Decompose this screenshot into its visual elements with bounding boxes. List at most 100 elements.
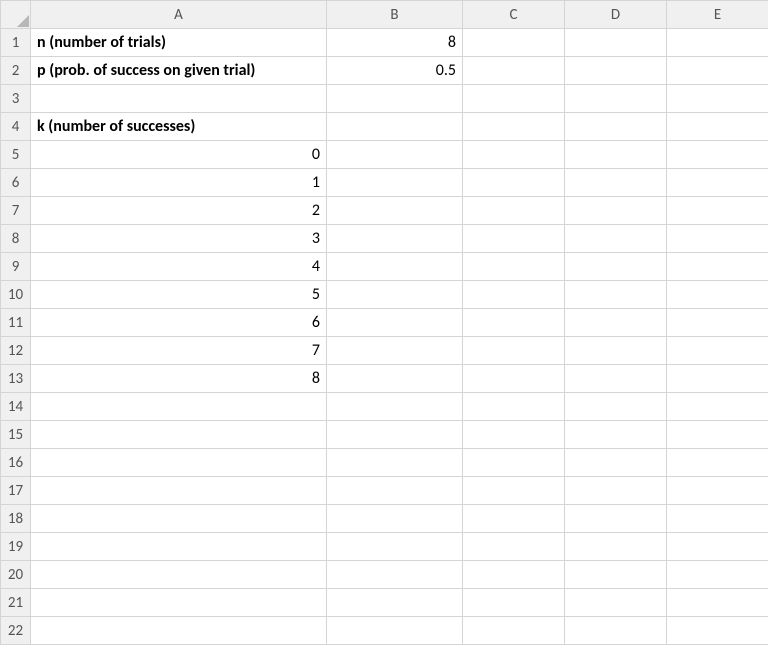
cell-A9[interactable]: 4 (31, 253, 327, 281)
cell-D21[interactable] (565, 589, 667, 617)
cell-A17[interactable] (31, 477, 327, 505)
row-header-4[interactable]: 4 (1, 113, 31, 141)
cell-E19[interactable] (667, 533, 768, 561)
cell-A22[interactable] (31, 617, 327, 645)
cell-B11[interactable] (327, 309, 463, 337)
cell-E21[interactable] (667, 589, 768, 617)
cell-A21[interactable] (31, 589, 327, 617)
row-header-7[interactable]: 7 (1, 197, 31, 225)
cell-B16[interactable] (327, 449, 463, 477)
cell-B10[interactable] (327, 281, 463, 309)
cell-D1[interactable] (565, 29, 667, 57)
cell-C7[interactable] (463, 197, 565, 225)
row-header-1[interactable]: 1 (1, 29, 31, 57)
cell-E3[interactable] (667, 85, 768, 113)
cell-C9[interactable] (463, 253, 565, 281)
cell-B14[interactable] (327, 393, 463, 421)
cell-A3[interactable] (31, 85, 327, 113)
cell-C2[interactable] (463, 57, 565, 85)
row-header-15[interactable]: 15 (1, 421, 31, 449)
cell-C14[interactable] (463, 393, 565, 421)
cell-B4[interactable] (327, 113, 463, 141)
cell-B19[interactable] (327, 533, 463, 561)
cell-C17[interactable] (463, 477, 565, 505)
cell-C10[interactable] (463, 281, 565, 309)
cell-E4[interactable] (667, 113, 768, 141)
cell-E7[interactable] (667, 197, 768, 225)
cell-B1[interactable]: 8 (327, 29, 463, 57)
col-header-C[interactable]: C (463, 1, 565, 29)
cell-C20[interactable] (463, 561, 565, 589)
cell-E15[interactable] (667, 421, 768, 449)
cell-D3[interactable] (565, 85, 667, 113)
col-header-A[interactable]: A (31, 1, 327, 29)
cell-A15[interactable] (31, 421, 327, 449)
cell-D6[interactable] (565, 169, 667, 197)
cell-C11[interactable] (463, 309, 565, 337)
cell-A1[interactable]: n (number of trials) (31, 29, 327, 57)
cell-E20[interactable] (667, 561, 768, 589)
row-header-2[interactable]: 2 (1, 57, 31, 85)
cell-D11[interactable] (565, 309, 667, 337)
row-header-3[interactable]: 3 (1, 85, 31, 113)
cell-A2[interactable]: p (prob. of success on given trial) (31, 57, 327, 85)
cell-D16[interactable] (565, 449, 667, 477)
cell-A18[interactable] (31, 505, 327, 533)
cell-C13[interactable] (463, 365, 565, 393)
cell-E8[interactable] (667, 225, 768, 253)
cell-B3[interactable] (327, 85, 463, 113)
cell-E22[interactable] (667, 617, 768, 645)
cell-B20[interactable] (327, 561, 463, 589)
row-header-8[interactable]: 8 (1, 225, 31, 253)
row-header-21[interactable]: 21 (1, 589, 31, 617)
cell-E1[interactable] (667, 29, 768, 57)
cell-A8[interactable]: 3 (31, 225, 327, 253)
cell-B9[interactable] (327, 253, 463, 281)
cell-E17[interactable] (667, 477, 768, 505)
cell-B2[interactable]: 0.5 (327, 57, 463, 85)
cell-E9[interactable] (667, 253, 768, 281)
cell-A16[interactable] (31, 449, 327, 477)
cell-E5[interactable] (667, 141, 768, 169)
cell-B6[interactable] (327, 169, 463, 197)
row-header-22[interactable]: 22 (1, 617, 31, 645)
cell-C1[interactable] (463, 29, 565, 57)
cell-C18[interactable] (463, 505, 565, 533)
cell-E18[interactable] (667, 505, 768, 533)
cell-E6[interactable] (667, 169, 768, 197)
cell-D9[interactable] (565, 253, 667, 281)
cell-B13[interactable] (327, 365, 463, 393)
cell-D8[interactable] (565, 225, 667, 253)
row-header-14[interactable]: 14 (1, 393, 31, 421)
cell-D10[interactable] (565, 281, 667, 309)
cell-B22[interactable] (327, 617, 463, 645)
cell-C5[interactable] (463, 141, 565, 169)
cell-B18[interactable] (327, 505, 463, 533)
cell-D17[interactable] (565, 477, 667, 505)
row-header-6[interactable]: 6 (1, 169, 31, 197)
cell-D13[interactable] (565, 365, 667, 393)
cell-C4[interactable] (463, 113, 565, 141)
cell-D22[interactable] (565, 617, 667, 645)
cell-A4[interactable]: k (number of successes) (31, 113, 327, 141)
cell-B12[interactable] (327, 337, 463, 365)
cell-C19[interactable] (463, 533, 565, 561)
cell-A20[interactable] (31, 561, 327, 589)
cell-D7[interactable] (565, 197, 667, 225)
cell-A10[interactable]: 5 (31, 281, 327, 309)
cell-D12[interactable] (565, 337, 667, 365)
select-all-corner[interactable] (1, 1, 31, 29)
cell-B8[interactable] (327, 225, 463, 253)
cell-C3[interactable] (463, 85, 565, 113)
cell-E12[interactable] (667, 337, 768, 365)
cell-E11[interactable] (667, 309, 768, 337)
col-header-E[interactable]: E (667, 1, 768, 29)
row-header-19[interactable]: 19 (1, 533, 31, 561)
cell-B5[interactable] (327, 141, 463, 169)
row-header-16[interactable]: 16 (1, 449, 31, 477)
cell-B21[interactable] (327, 589, 463, 617)
cell-E14[interactable] (667, 393, 768, 421)
row-header-18[interactable]: 18 (1, 505, 31, 533)
row-header-5[interactable]: 5 (1, 141, 31, 169)
col-header-B[interactable]: B (327, 1, 463, 29)
